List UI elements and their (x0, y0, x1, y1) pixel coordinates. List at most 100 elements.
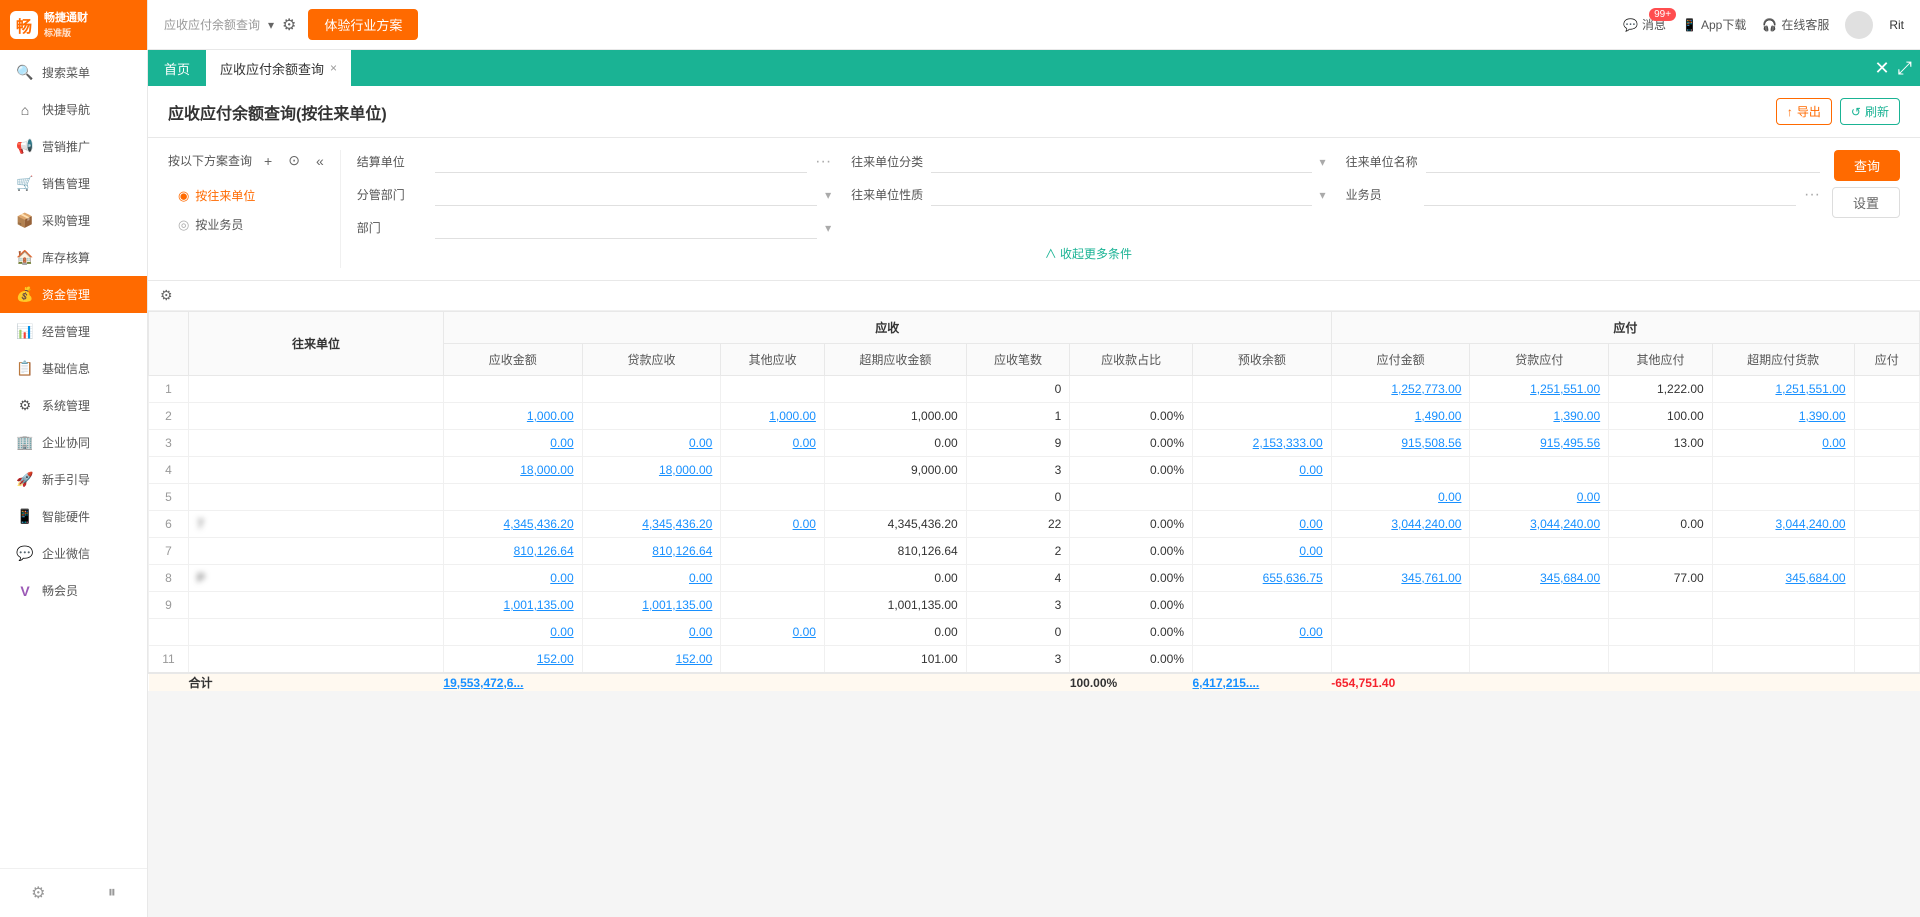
cell-loan_recv[interactable]: 810,126.64 (582, 538, 721, 565)
sidebar-item-finance[interactable]: 💰 资金管理 (0, 276, 147, 313)
tab-active[interactable]: 应收应付余额查询 × (206, 50, 351, 86)
cell-overdue_pay[interactable]: 1,390.00 (1712, 403, 1854, 430)
cell-pay_amt[interactable] (1331, 457, 1470, 484)
cell-prepay_bal[interactable] (1193, 376, 1332, 403)
table-settings-icon[interactable]: ⚙ (160, 287, 173, 303)
cell-pay_amt[interactable] (1331, 619, 1470, 646)
cell-overdue_pay[interactable] (1712, 538, 1854, 565)
cell-prepay_bal[interactable]: 0.00 (1193, 538, 1332, 565)
cell-pay_amt[interactable]: 1,490.00 (1331, 403, 1470, 430)
partner-nature-select[interactable] (931, 183, 1311, 206)
cell-loan_recv[interactable]: 18,000.00 (582, 457, 721, 484)
cell-loan_pay[interactable]: 3,044,240.00 (1470, 511, 1609, 538)
filter-settings-btn[interactable]: ⊙ (284, 150, 304, 171)
cell-recv_amt[interactable] (443, 376, 582, 403)
sidebar-item-member[interactable]: V 畅会员 (0, 572, 147, 609)
cell-loan_pay[interactable]: 1,251,551.00 (1470, 376, 1609, 403)
settings-bottom-icon[interactable]: ⚙ (25, 877, 51, 909)
cell-loan_pay[interactable] (1470, 457, 1609, 484)
cell-other_recv[interactable] (721, 646, 825, 674)
cell-other_recv[interactable] (721, 592, 825, 619)
refresh-button[interactable]: ↺ 刷新 (1840, 98, 1900, 125)
scheme-item-salesperson[interactable]: ◎ 按业务员 (168, 210, 328, 239)
cell-loan_recv[interactable] (582, 376, 721, 403)
sidebar-item-marketing[interactable]: 📢 营销推广 (0, 128, 147, 165)
sidebar-item-quicknav[interactable]: ⌂ 快捷导航 (0, 91, 147, 128)
cell-prepay_bal[interactable]: 0.00 (1193, 619, 1332, 646)
cell-overdue_pay[interactable] (1712, 484, 1854, 511)
export-button[interactable]: ↑ 导出 (1776, 98, 1832, 125)
cell-prepay_bal[interactable]: 2,153,333.00 (1193, 430, 1332, 457)
sidebar-item-base[interactable]: 📋 基础信息 (0, 350, 147, 387)
cell-loan_recv[interactable]: 4,345,436.20 (582, 511, 721, 538)
cell-recv_amt[interactable]: 4,345,436.20 (443, 511, 582, 538)
sidebar-item-system[interactable]: ⚙ 系统管理 (0, 387, 147, 424)
partner-name-input[interactable] (1426, 150, 1820, 173)
cell-other_recv[interactable]: 1,000.00 (721, 403, 825, 430)
sidebar-item-purchase[interactable]: 📦 采购管理 (0, 202, 147, 239)
filter-add-btn[interactable]: + (260, 151, 276, 171)
cell-loan_pay[interactable]: 915,495.56 (1470, 430, 1609, 457)
cell-recv_amt[interactable]: 0.00 (443, 430, 582, 457)
cell-loan_recv[interactable] (582, 403, 721, 430)
query-button[interactable]: 查询 (1834, 150, 1900, 181)
cell-pay_amt[interactable]: 1,252,773.00 (1331, 376, 1470, 403)
online-service-button[interactable]: 🎧 在线客服 (1762, 16, 1829, 33)
sidebar-item-guide[interactable]: 🚀 新手引导 (0, 461, 147, 498)
cell-loan_pay[interactable] (1470, 538, 1609, 565)
tab-home[interactable]: 首页 (148, 50, 206, 86)
avatar[interactable] (1845, 11, 1873, 39)
sidebar-item-sales[interactable]: 🛒 销售管理 (0, 165, 147, 202)
cell-loan_pay[interactable]: 345,684.00 (1470, 565, 1609, 592)
settlement-input[interactable] (435, 150, 807, 173)
cell-other_recv[interactable] (721, 376, 825, 403)
cell-pay_amt[interactable]: 0.00 (1331, 484, 1470, 511)
cell-overdue_pay[interactable] (1712, 619, 1854, 646)
partner-class-select[interactable] (931, 150, 1311, 173)
cell-pay_amt[interactable] (1331, 538, 1470, 565)
cell-other_recv[interactable]: 0.00 (721, 619, 825, 646)
cell-recv_amt[interactable]: 0.00 (443, 619, 582, 646)
cell-recv_amt[interactable]: 1,001,135.00 (443, 592, 582, 619)
cell-recv_amt[interactable]: 1,000.00 (443, 403, 582, 430)
message-button[interactable]: 💬 消息 99+ (1623, 16, 1666, 33)
cell-other_recv[interactable] (721, 538, 825, 565)
cell-prepay_bal[interactable] (1193, 646, 1332, 674)
cell-pay_amt[interactable] (1331, 592, 1470, 619)
filter-collapse-btn[interactable]: « (312, 151, 328, 171)
cell-other_recv[interactable] (721, 484, 825, 511)
cell-overdue_pay[interactable]: 345,684.00 (1712, 565, 1854, 592)
cell-overdue_pay[interactable]: 0.00 (1712, 430, 1854, 457)
cell-prepay_bal[interactable] (1193, 403, 1332, 430)
sidebar-item-device[interactable]: 📱 智能硬件 (0, 498, 147, 535)
cell-other_recv[interactable] (721, 457, 825, 484)
cell-loan_pay[interactable] (1470, 619, 1609, 646)
sidebar-item-search[interactable]: 🔍 搜索菜单 (0, 54, 147, 91)
username[interactable]: Rit (1889, 18, 1904, 32)
cell-loan_pay[interactable]: 1,390.00 (1470, 403, 1609, 430)
cell-loan_recv[interactable]: 0.00 (582, 565, 721, 592)
cell-loan_recv[interactable]: 0.00 (582, 619, 721, 646)
cell-prepay_bal[interactable]: 0.00 (1193, 511, 1332, 538)
cell-pay_amt[interactable] (1331, 646, 1470, 674)
cell-loan_pay[interactable] (1470, 592, 1609, 619)
cell-recv_amt[interactable]: 18,000.00 (443, 457, 582, 484)
salesperson-dots-icon[interactable]: ··· (1804, 186, 1820, 204)
cell-other_recv[interactable]: 0.00 (721, 511, 825, 538)
collapse-bottom-icon[interactable]: ⏸ (102, 878, 122, 908)
cell-prepay_bal[interactable]: 655,636.75 (1193, 565, 1332, 592)
sidebar-item-wechat[interactable]: 💬 企业微信 (0, 535, 147, 572)
cell-pay_amt[interactable]: 3,044,240.00 (1331, 511, 1470, 538)
cell-prepay_bal[interactable] (1193, 484, 1332, 511)
cell-recv_amt[interactable]: 810,126.64 (443, 538, 582, 565)
scheme-item-partner[interactable]: ◉ 按往来单位 (168, 181, 328, 210)
sidebar-item-corp[interactable]: 🏢 企业协同 (0, 424, 147, 461)
cell-recv_amt[interactable] (443, 484, 582, 511)
cell-prepay_bal[interactable] (1193, 592, 1332, 619)
cell-loan_recv[interactable]: 152.00 (582, 646, 721, 674)
app-download-button[interactable]: 📱 App下载 (1682, 16, 1746, 33)
cell-pay_amt[interactable]: 915,508.56 (1331, 430, 1470, 457)
header-dropdown-icon[interactable]: ▾ (268, 18, 274, 32)
cell-overdue_pay[interactable] (1712, 646, 1854, 674)
tab-expand-icon[interactable]: ⤢ (1898, 58, 1912, 79)
